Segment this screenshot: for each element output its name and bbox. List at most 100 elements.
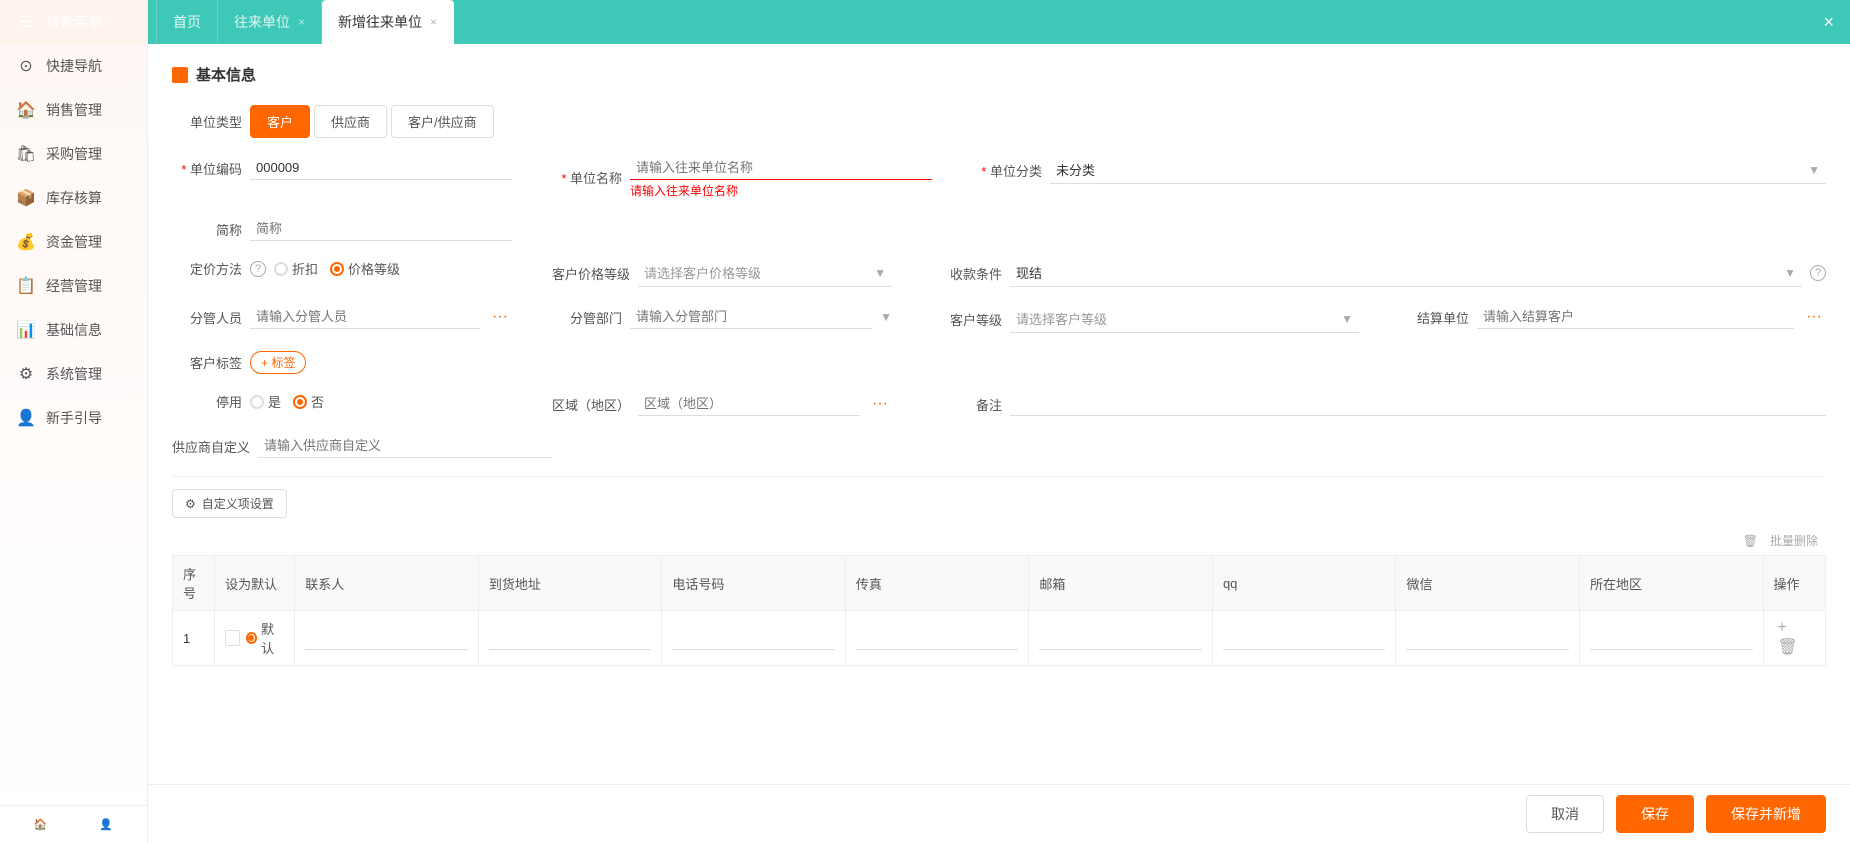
dept-group: 分管部门 ▼ — [552, 305, 892, 329]
radio-discount-label: 折扣 — [292, 259, 318, 278]
row-checkbox[interactable] — [225, 630, 240, 646]
radio-yes-label: 是 — [268, 392, 281, 411]
supplier-custom-group: 供应商自定义 — [172, 434, 552, 458]
customer-price-level-select[interactable]: 请选择客户价格等级 ▼ — [638, 259, 892, 287]
region-group: 区域（地区） ··· — [552, 392, 892, 416]
sidebar-item-label: 搜索菜单 — [46, 12, 102, 32]
save-and-new-button[interactable]: 保存并新增 — [1706, 795, 1826, 833]
unit-name-error: 请输入往来单位名称 — [630, 182, 932, 199]
unit-name-input[interactable] — [630, 156, 932, 180]
sidebar-item-operation[interactable]: 📋 经营管理 — [0, 264, 147, 308]
tab-new-partner[interactable]: 新增往来单位 × — [322, 0, 454, 44]
save-button[interactable]: 保存 — [1616, 795, 1694, 833]
pricing-help-icon[interactable]: ? — [250, 261, 266, 277]
manager-label: 分管人员 — [172, 308, 242, 327]
cell-address — [478, 611, 662, 666]
radio-discount-circle — [274, 262, 288, 276]
row-phone-input[interactable] — [672, 626, 835, 650]
row-code-name-category: 单位编码 单位名称 请输入往来单位名称 单位分类 未分类 ▼ — [172, 156, 1826, 199]
unit-type-row: 单位类型 客户 供应商 客户/供应商 — [172, 105, 1826, 138]
system-icon: ⚙ — [16, 364, 36, 384]
row-qq-input[interactable] — [1223, 626, 1386, 650]
unit-name-label: 单位名称 — [552, 168, 622, 187]
bottom-user[interactable]: 👤 — [95, 814, 117, 835]
tab-partners-close[interactable]: × — [298, 15, 305, 29]
cell-fax — [845, 611, 1029, 666]
tab-partners[interactable]: 往来单位 × — [218, 0, 322, 44]
basic-icon: 📊 — [16, 320, 36, 340]
pricing-method-group: 定价方法 ? 折扣 价格等级 — [172, 259, 512, 278]
cell-phone — [662, 611, 846, 666]
unit-category-select[interactable]: 未分类 ▼ — [1050, 156, 1826, 184]
region-input[interactable] — [638, 392, 860, 416]
unit-btn-customer[interactable]: 客户 — [250, 105, 310, 138]
unit-type-group: 单位类型 客户 供应商 客户/供应商 — [172, 105, 1826, 138]
radio-price-level[interactable]: 价格等级 — [330, 259, 400, 278]
customer-level-select[interactable]: 请选择客户等级 ▼ — [1010, 305, 1359, 333]
row-delete-button[interactable]: 🗑 — [1774, 639, 1802, 656]
manager-input[interactable] — [250, 305, 480, 329]
dept-input[interactable] — [630, 305, 872, 329]
sidebar-item-label: 快捷导航 — [46, 56, 102, 76]
row-fax-input[interactable] — [856, 626, 1019, 650]
payment-help-icon[interactable]: ? — [1810, 265, 1826, 281]
row-region-input[interactable] — [1590, 626, 1753, 650]
add-tag-button[interactable]: + 标签 — [250, 351, 306, 374]
customer-tag-group: 客户标签 + 标签 — [172, 351, 1826, 374]
bottom-home[interactable]: 🏠 — [30, 814, 52, 835]
radio-yes[interactable]: 是 — [250, 392, 281, 411]
close-all-tabs[interactable]: × — [1815, 12, 1842, 33]
home-icon: 🏠 — [16, 100, 36, 120]
guide-icon: 👤 — [16, 408, 36, 428]
region-more-btn[interactable]: ··· — [868, 395, 892, 413]
col-region: 所在地区 — [1580, 556, 1764, 611]
col-index: 序号 — [173, 556, 215, 611]
sidebar-item-sales[interactable]: 🏠 销售管理 — [0, 88, 147, 132]
customer-level-group: 客户等级 请选择客户等级 ▼ — [932, 305, 1359, 333]
sidebar-item-basic[interactable]: 📊 基础信息 — [0, 308, 147, 352]
short-name-input[interactable] — [250, 217, 512, 241]
sidebar-item-quick-nav[interactable]: ⊙ 快捷导航 — [0, 44, 147, 88]
batch-delete-button[interactable]: 批量删除 — [1762, 530, 1826, 551]
radio-no-circle — [293, 395, 307, 409]
manager-more-btn[interactable]: ··· — [488, 308, 512, 326]
settlement-more-btn[interactable]: ··· — [1802, 308, 1826, 326]
unit-type-label: 单位类型 — [172, 112, 242, 131]
radio-no[interactable]: 否 — [293, 392, 324, 411]
custom-settings-button[interactable]: ⚙ 自定义项设置 — [172, 489, 287, 518]
tab-new-partner-close[interactable]: × — [430, 15, 437, 29]
settlement-input[interactable] — [1477, 305, 1794, 329]
unit-btn-supplier[interactable]: 供应商 — [314, 105, 387, 138]
row-contact-input[interactable] — [305, 626, 468, 650]
row-wechat-input[interactable] — [1406, 626, 1569, 650]
cell-region — [1580, 611, 1764, 666]
payment-terms-select[interactable]: 现结 ▼ — [1010, 259, 1802, 287]
tab-home[interactable]: 首页 — [156, 0, 218, 44]
note-input[interactable] — [1010, 392, 1826, 416]
unit-code-input[interactable] — [250, 156, 512, 180]
row-address-input[interactable] — [489, 626, 652, 650]
disabled-group: 停用 是 否 — [172, 392, 512, 411]
contact-table: 序号 设为默认 联系人 到货地址 电话号码 传真 邮箱 qq 微信 所在地区 操… — [172, 555, 1826, 666]
cancel-button[interactable]: 取消 — [1526, 795, 1604, 833]
sidebar-item-system[interactable]: ⚙ 系统管理 — [0, 352, 147, 396]
dept-label: 分管部门 — [552, 308, 622, 327]
row-email-input[interactable] — [1039, 626, 1202, 650]
row-add-button[interactable]: + — [1774, 619, 1791, 636]
pricing-method-label: 定价方法 — [172, 259, 242, 278]
row-default-radio[interactable]: 默认 — [246, 619, 284, 657]
customer-level-value: 请选择客户等级 — [1016, 309, 1341, 328]
cell-qq — [1212, 611, 1396, 666]
sidebar-item-guide[interactable]: 👤 新手引导 — [0, 396, 147, 440]
settlement-group: 结算单位 ··· — [1399, 305, 1826, 329]
radio-discount[interactable]: 折扣 — [274, 259, 318, 278]
sidebar-item-search[interactable]: ☰ 搜索菜单 — [0, 0, 147, 44]
sidebar-item-finance[interactable]: 💰 资金管理 — [0, 220, 147, 264]
unit-code-group: 单位编码 — [172, 156, 512, 180]
sidebar-item-label: 经营管理 — [46, 276, 102, 296]
sidebar-item-inventory[interactable]: 📦 库存核算 — [0, 176, 147, 220]
sidebar-item-purchase[interactable]: 🛍 采购管理 — [0, 132, 147, 176]
manager-group: 分管人员 ··· — [172, 305, 512, 329]
unit-btn-both[interactable]: 客户/供应商 — [391, 105, 494, 138]
supplier-custom-input[interactable] — [258, 434, 552, 458]
